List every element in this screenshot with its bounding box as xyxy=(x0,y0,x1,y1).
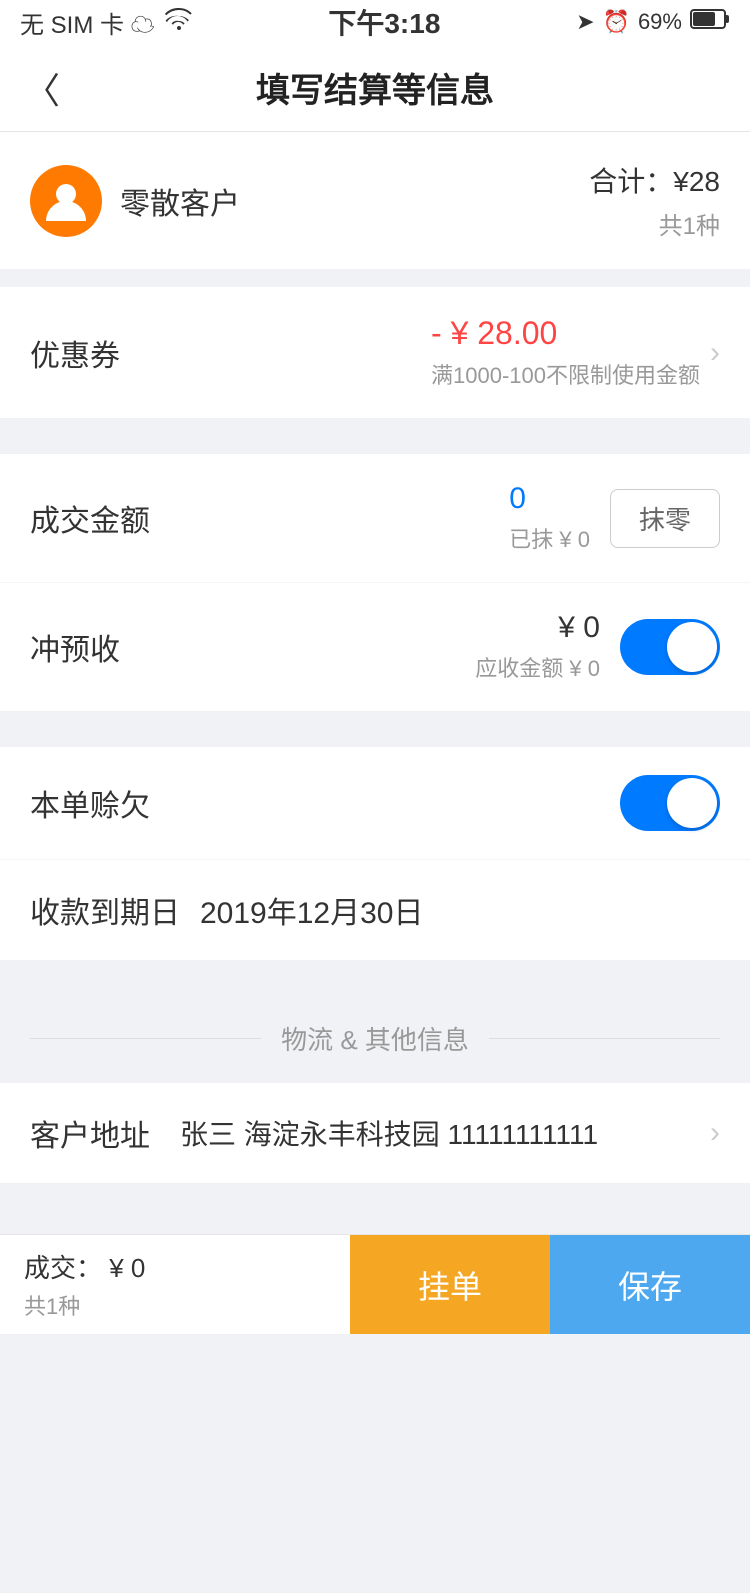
credit-order-right xyxy=(620,775,720,831)
wifi-icon xyxy=(165,8,193,37)
separator-3 xyxy=(0,978,750,996)
coupon-label: 优惠券 xyxy=(30,331,120,375)
deal-amount-label: 成交金额 xyxy=(30,496,150,540)
pending-button[interactable]: 挂单 xyxy=(350,1235,550,1334)
coupon-right: - ¥ 28.00 满1000-100不限制使用金额 › xyxy=(431,315,720,390)
logistics-divider-text: 物流 & 其他信息 xyxy=(281,1020,469,1057)
due-date-label: 收款到期日 xyxy=(30,888,180,932)
coupon-amount: - ¥ 28.00 xyxy=(431,315,700,352)
round-off-button[interactable]: 抹零 xyxy=(610,489,720,548)
back-button[interactable]: 〈 xyxy=(24,62,60,114)
coupon-sub-text: 满1000-100不限制使用金额 xyxy=(431,358,700,390)
coupon-section[interactable]: 优惠券 - ¥ 28.00 满1000-100不限制使用金额 › xyxy=(0,287,750,418)
address-chevron-icon: › xyxy=(710,1116,720,1150)
nav-bar: 〈 填写结算等信息 xyxy=(0,44,750,132)
form-section-1: 成交金额 0 已抹 ¥ 0 抹零 冲预收 ¥ 0 应收金额 ¥ 0 xyxy=(0,454,750,711)
customer-left: 零散客户 xyxy=(30,165,240,237)
bottom-info: 成交： ¥ 0 共1种 xyxy=(0,1235,350,1334)
deal-amount-sub: 已抹 ¥ 0 xyxy=(509,522,590,554)
address-section[interactable]: 客户地址 张三 海淀永丰科技园 11111111111 › xyxy=(0,1083,750,1183)
status-bar: 无 SIM 卡 ☁ 下午3:18 ➤ ⏰ 69% xyxy=(0,0,750,44)
logistics-divider: 物流 & 其他信息 xyxy=(0,996,750,1081)
customer-name: 零散客户 xyxy=(120,179,240,223)
due-date-value: 2019年12月30日 xyxy=(200,888,423,932)
prepayment-toggle[interactable] xyxy=(620,619,720,675)
bottom-deal-amount: 成交： ¥ 0 xyxy=(24,1248,326,1285)
total-amount: 合计：¥28 xyxy=(589,160,720,200)
alarm-icon: ⏰ xyxy=(603,9,630,35)
status-left: 无 SIM 卡 ☁ xyxy=(20,5,193,40)
toggle-knob xyxy=(667,622,717,672)
location-icon: ➤ xyxy=(576,9,594,35)
prepayment-sub: 应收金额 ¥ 0 xyxy=(475,651,600,683)
credit-order-toggle[interactable] xyxy=(620,775,720,831)
credit-order-row: 本单赊欠 xyxy=(0,747,750,860)
customer-section: 零散客户 合计：¥28 共1种 xyxy=(0,132,750,269)
deal-amount-value: 0 xyxy=(509,482,590,516)
left-divider-line xyxy=(30,1038,261,1039)
status-time: 下午3:18 xyxy=(328,2,440,42)
separator-1 xyxy=(0,436,750,454)
main-content: 零散客户 合计：¥28 共1种 优惠券 - ¥ 28.00 满1000-100不… xyxy=(0,132,750,1593)
due-date-row: 收款到期日 2019年12月30日 xyxy=(0,860,750,960)
separator-2 xyxy=(0,729,750,747)
form-section-2: 本单赊欠 收款到期日 2019年12月30日 xyxy=(0,747,750,960)
prepayment-right: ¥ 0 应收金额 ¥ 0 xyxy=(475,611,720,683)
address-value: 张三 海淀永丰科技园 11111111111 xyxy=(180,1113,700,1153)
deal-amount-right: 0 已抹 ¥ 0 抹零 xyxy=(509,482,720,554)
status-right: ➤ ⏰ 69% xyxy=(576,8,730,36)
right-divider-line xyxy=(489,1038,720,1039)
nav-title: 填写结算等信息 xyxy=(256,63,494,112)
prepayment-row: 冲预收 ¥ 0 应收金额 ¥ 0 xyxy=(0,583,750,711)
customer-right: 合计：¥28 共1种 xyxy=(589,160,720,241)
divider-line-container: 物流 & 其他信息 xyxy=(30,1020,720,1057)
battery-icon xyxy=(690,8,730,36)
address-label: 客户地址 xyxy=(30,1111,150,1155)
prepayment-label: 冲预收 xyxy=(30,625,120,669)
no-sim-text: 无 SIM 卡 ☁ xyxy=(20,5,155,40)
bottom-count: 共1种 xyxy=(24,1289,326,1321)
prepayment-amount: ¥ 0 xyxy=(475,611,600,645)
save-button[interactable]: 保存 xyxy=(550,1235,750,1334)
customer-avatar xyxy=(30,165,102,237)
deal-amount-row: 成交金额 0 已抹 ¥ 0 抹零 xyxy=(0,454,750,583)
credit-toggle-knob xyxy=(667,778,717,828)
bottom-bar: 成交： ¥ 0 共1种 挂单 保存 xyxy=(0,1234,750,1334)
total-count: 共1种 xyxy=(589,206,720,241)
battery-text: 69% xyxy=(638,9,682,35)
coupon-chevron-icon: › xyxy=(710,336,720,370)
credit-order-label: 本单赊欠 xyxy=(30,781,150,825)
